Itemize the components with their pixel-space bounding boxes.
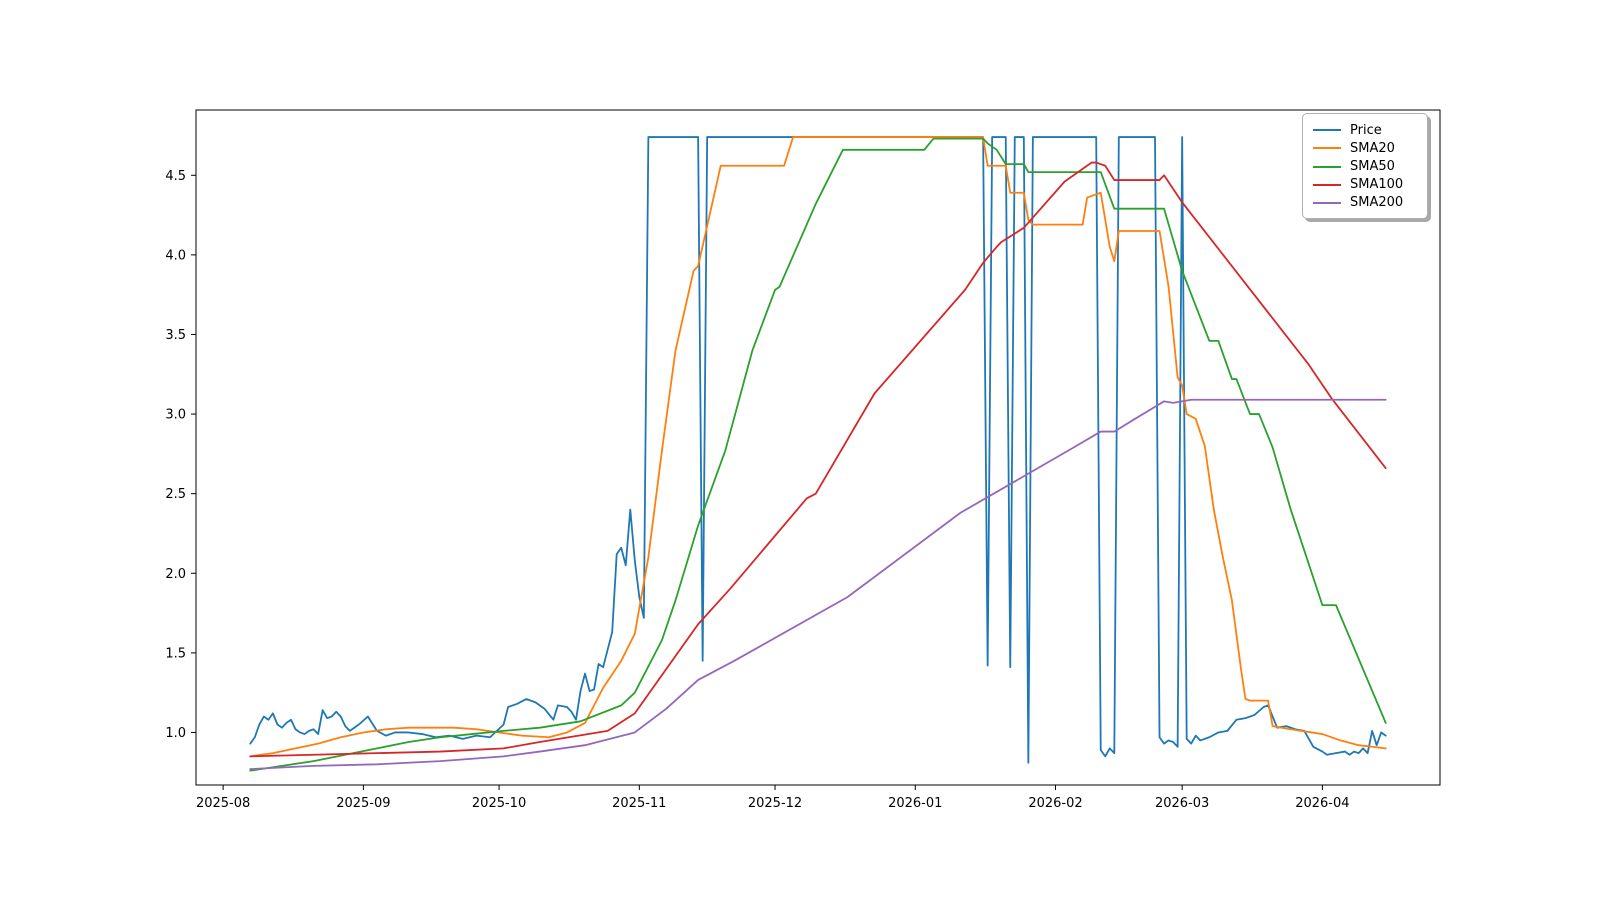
legend-entry-price: Price <box>1313 121 1417 139</box>
x-tick-label: 2026-04 <box>1295 796 1349 811</box>
y-tick-label: 3.5 <box>165 328 186 343</box>
x-tick-label: 2026-02 <box>1028 796 1082 811</box>
x-tick-label: 2025-12 <box>748 796 802 811</box>
x-tick-label: 2025-10 <box>472 796 526 811</box>
legend-entry-sma100: SMA100 <box>1313 176 1417 194</box>
x-tick-label: 2026-03 <box>1155 796 1209 811</box>
legend-line-swatch <box>1313 129 1341 132</box>
y-tick-label: 3.0 <box>165 408 186 423</box>
legend-entry-sma20: SMA20 <box>1313 139 1417 157</box>
y-tick-label: 1.5 <box>165 646 186 661</box>
x-tick-label: 2026-01 <box>888 796 942 811</box>
legend-label: SMA20 <box>1350 140 1395 156</box>
y-tick-label: 4.5 <box>165 169 186 184</box>
legend-label: Price <box>1350 122 1382 138</box>
y-tick-label: 4.0 <box>165 248 186 263</box>
chart-legend: Price SMA20 SMA50 SMA100 SMA200 <box>1302 113 1428 219</box>
x-tick-label: 2025-08 <box>196 796 250 811</box>
legend-entry-sma200: SMA200 <box>1313 194 1417 212</box>
y-tick-label: 2.5 <box>165 487 186 502</box>
legend-line-swatch <box>1313 147 1341 150</box>
chart-figure: 2025-08 2025-09 2025-10 2025-11 2025-12 2026-… <box>0 0 1600 900</box>
legend-label: SMA100 <box>1350 177 1404 193</box>
legend-line-swatch <box>1313 165 1341 168</box>
y-tick-label: 2.0 <box>165 567 186 582</box>
legend-line-swatch <box>1313 183 1341 186</box>
legend-line-swatch <box>1313 201 1341 204</box>
legend-label: SMA200 <box>1350 195 1404 211</box>
legend-label: SMA50 <box>1350 159 1395 174</box>
x-tick-label: 2025-11 <box>612 796 666 811</box>
y-tick-label: 1.0 <box>165 726 186 741</box>
legend-entry-sma50: SMA50 <box>1313 157 1417 175</box>
x-tick-label: 2025-09 <box>336 796 390 811</box>
